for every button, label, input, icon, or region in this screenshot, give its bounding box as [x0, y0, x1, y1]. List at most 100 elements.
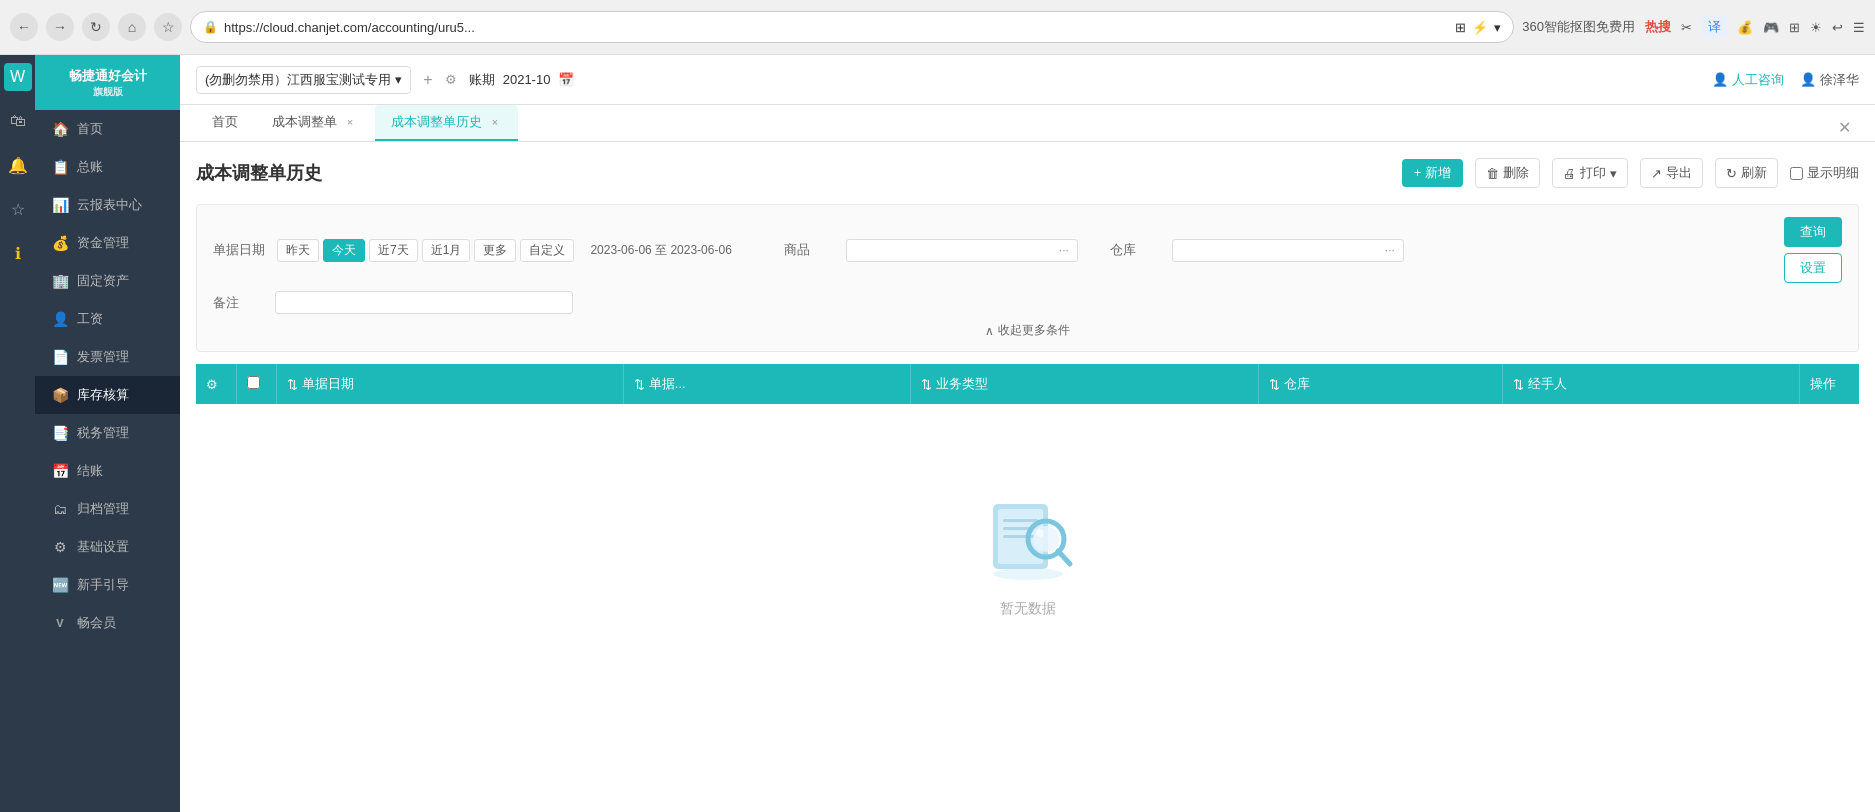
- tab-home[interactable]: 首页: [196, 105, 254, 141]
- new-btn[interactable]: + 新增: [1402, 159, 1463, 187]
- export-btn[interactable]: ↗ 导出: [1640, 158, 1703, 188]
- collapse-btn[interactable]: ∧ 收起更多条件: [213, 322, 1842, 339]
- browser-chrome: ← → ↻ ⌂ ☆ 🔒 https://cloud.chanjet.com/ac…: [0, 0, 1875, 55]
- toolbar: + 新增 🗑 删除 🖨 打印 ▾ ↗ 导出 ↻: [1402, 158, 1859, 188]
- sidebar-item-member[interactable]: V 畅会员: [35, 604, 180, 642]
- date-btn-custom[interactable]: 自定义: [520, 239, 574, 262]
- forward-btn[interactable]: →: [46, 13, 74, 41]
- sidebar-item-home[interactable]: 🏠 首页: [35, 110, 180, 148]
- page-content: 成本调整单历史 + 新增 🗑 删除 🖨 打印 ▾ ↗ 导出: [180, 142, 1875, 812]
- scissors-icon[interactable]: ✂: [1681, 20, 1692, 35]
- home-btn[interactable]: ⌂: [118, 13, 146, 41]
- tab-cost-adjust-history-label: 成本调整单历史: [391, 113, 482, 131]
- reports-icon: 📊: [51, 197, 69, 213]
- sidebar-item-settings[interactable]: ⚙ 基础设置: [35, 528, 180, 566]
- reload-btn[interactable]: ↻: [82, 13, 110, 41]
- search-label: 360智能抠图免费用: [1522, 18, 1635, 36]
- user-profile-btn[interactable]: 👤 徐泽华: [1800, 71, 1859, 89]
- query-btn[interactable]: 查询: [1784, 217, 1842, 247]
- sidebar-item-closing[interactable]: 📅 结账: [35, 452, 180, 490]
- tab-cost-adjust[interactable]: 成本调整单 ×: [256, 105, 373, 141]
- th-check[interactable]: [236, 364, 276, 404]
- warehouse-more-icon[interactable]: ···: [1385, 243, 1395, 257]
- company-name: (勿删勿禁用）江西服宝测试专用: [205, 71, 391, 89]
- top-bar-right: 👤 人工咨询 👤 徐泽华: [1712, 71, 1859, 89]
- th-no[interactable]: ⇅ 单据...: [623, 364, 911, 404]
- display-detail-label: 显示明细: [1807, 164, 1859, 182]
- date-quick-btns: 昨天 今天 近7天 近1月 更多 自定义: [277, 239, 574, 262]
- th-handler[interactable]: ⇅ 经手人: [1503, 364, 1799, 404]
- rail-star-icon[interactable]: ☆: [4, 195, 32, 223]
- url-bar[interactable]: 🔒 https://cloud.chanjet.com/accounting/u…: [190, 11, 1514, 43]
- rail-weibo-icon[interactable]: W: [4, 63, 32, 91]
- translate-icon[interactable]: 译: [1702, 16, 1727, 38]
- rail-info-icon[interactable]: ℹ: [4, 239, 32, 267]
- date-btn-month[interactable]: 近1月: [422, 239, 471, 262]
- sidebar-item-fixed-assets[interactable]: 🏢 固定资产: [35, 262, 180, 300]
- bookmark-btn[interactable]: ☆: [154, 13, 182, 41]
- product-more-icon[interactable]: ···: [1059, 243, 1069, 257]
- add-company-btn[interactable]: +: [423, 71, 432, 89]
- account-period-label: 账期: [469, 71, 495, 89]
- select-all-checkbox[interactable]: [247, 376, 260, 389]
- sun-icon[interactable]: ☀: [1810, 20, 1822, 35]
- query-settings-btns: 查询 设置: [1784, 217, 1842, 283]
- tab-cost-adjust-history[interactable]: 成本调整单历史 ×: [375, 105, 518, 141]
- display-detail-input[interactable]: [1790, 167, 1803, 180]
- settings-gear-icon[interactable]: ⚙: [445, 72, 457, 87]
- warehouse-filter-input[interactable]: [1181, 243, 1381, 258]
- sidebar-item-reports[interactable]: 📊 云报表中心: [35, 186, 180, 224]
- print-btn[interactable]: 🖨 打印 ▾: [1552, 158, 1628, 188]
- calendar-icon[interactable]: 📅: [558, 72, 574, 87]
- company-selector[interactable]: (勿删勿禁用）江西服宝测试专用 ▾: [196, 66, 411, 94]
- sidebar-item-ledger[interactable]: 📋 总账: [35, 148, 180, 186]
- sidebar-item-guide[interactable]: 🆕 新手引导: [35, 566, 180, 604]
- display-detail-checkbox[interactable]: 显示明细: [1790, 164, 1859, 182]
- user-service-btn[interactable]: 👤 人工咨询: [1712, 71, 1784, 89]
- date-btn-today[interactable]: 今天: [323, 239, 365, 262]
- collapse-area: ∧ 收起更多条件: [213, 322, 1842, 339]
- rail-shop-icon[interactable]: 🛍: [4, 107, 32, 135]
- apps-icon[interactable]: ⊞: [1789, 20, 1800, 35]
- sidebar-item-archive[interactable]: 🗂 归档管理: [35, 490, 180, 528]
- menu-icon[interactable]: ☰: [1853, 20, 1865, 35]
- filter-settings-btn[interactable]: 设置: [1784, 253, 1842, 283]
- grid-icon: ⊞: [1455, 20, 1466, 35]
- window-close-btn[interactable]: ✕: [1830, 114, 1859, 141]
- product-filter-input[interactable]: [855, 243, 1055, 258]
- refresh-icon: ↻: [1726, 166, 1737, 181]
- game-icon[interactable]: 🎮: [1763, 20, 1779, 35]
- archive-icon: 🗂: [51, 501, 69, 517]
- sidebar-logo[interactable]: 畅捷通好会计 旗舰版: [35, 55, 180, 110]
- guide-icon: 🆕: [51, 577, 69, 593]
- rail-notification-icon[interactable]: 🔔: [4, 151, 32, 179]
- salary-icon: 👤: [51, 311, 69, 327]
- remark-filter-input[interactable]: [284, 295, 564, 310]
- th-biz-type[interactable]: ⇅ 业务类型: [911, 364, 1258, 404]
- sidebar-item-invoice[interactable]: 📄 发票管理: [35, 338, 180, 376]
- back-btn[interactable]: ←: [10, 13, 38, 41]
- sidebar-item-salary[interactable]: 👤 工资: [35, 300, 180, 338]
- undo-icon[interactable]: ↩: [1832, 20, 1843, 35]
- collapse-arrow-icon: ∧: [985, 324, 994, 338]
- th-handler-label: 经手人: [1528, 375, 1567, 393]
- print-dropdown-icon: ▾: [1610, 166, 1617, 181]
- sidebar-item-inventory[interactable]: 📦 库存核算: [35, 376, 180, 414]
- date-btn-more[interactable]: 更多: [474, 239, 516, 262]
- delete-btn[interactable]: 🗑 删除: [1475, 158, 1540, 188]
- refresh-btn[interactable]: ↻ 刷新: [1715, 158, 1778, 188]
- tab-cost-adjust-close[interactable]: ×: [343, 115, 357, 129]
- th-date[interactable]: ⇅ 单据日期: [276, 364, 623, 404]
- th-gear[interactable]: ⚙: [196, 364, 236, 404]
- page-header: 成本调整单历史 + 新增 🗑 删除 🖨 打印 ▾ ↗ 导出: [196, 158, 1859, 188]
- date-filter-label: 单据日期: [213, 241, 265, 259]
- date-btn-yesterday[interactable]: 昨天: [277, 239, 319, 262]
- tab-bar: 首页 成本调整单 × 成本调整单历史 × ✕: [180, 105, 1875, 142]
- wallet-icon[interactable]: 💰: [1737, 20, 1753, 35]
- sidebar-item-funds[interactable]: 💰 资金管理: [35, 224, 180, 262]
- th-warehouse[interactable]: ⇅ 仓库: [1258, 364, 1503, 404]
- date-btn-week[interactable]: 近7天: [369, 239, 418, 262]
- sidebar-item-tax[interactable]: 📑 税务管理: [35, 414, 180, 452]
- hot-label: 热搜: [1645, 18, 1671, 36]
- tab-cost-adjust-history-close[interactable]: ×: [488, 115, 502, 129]
